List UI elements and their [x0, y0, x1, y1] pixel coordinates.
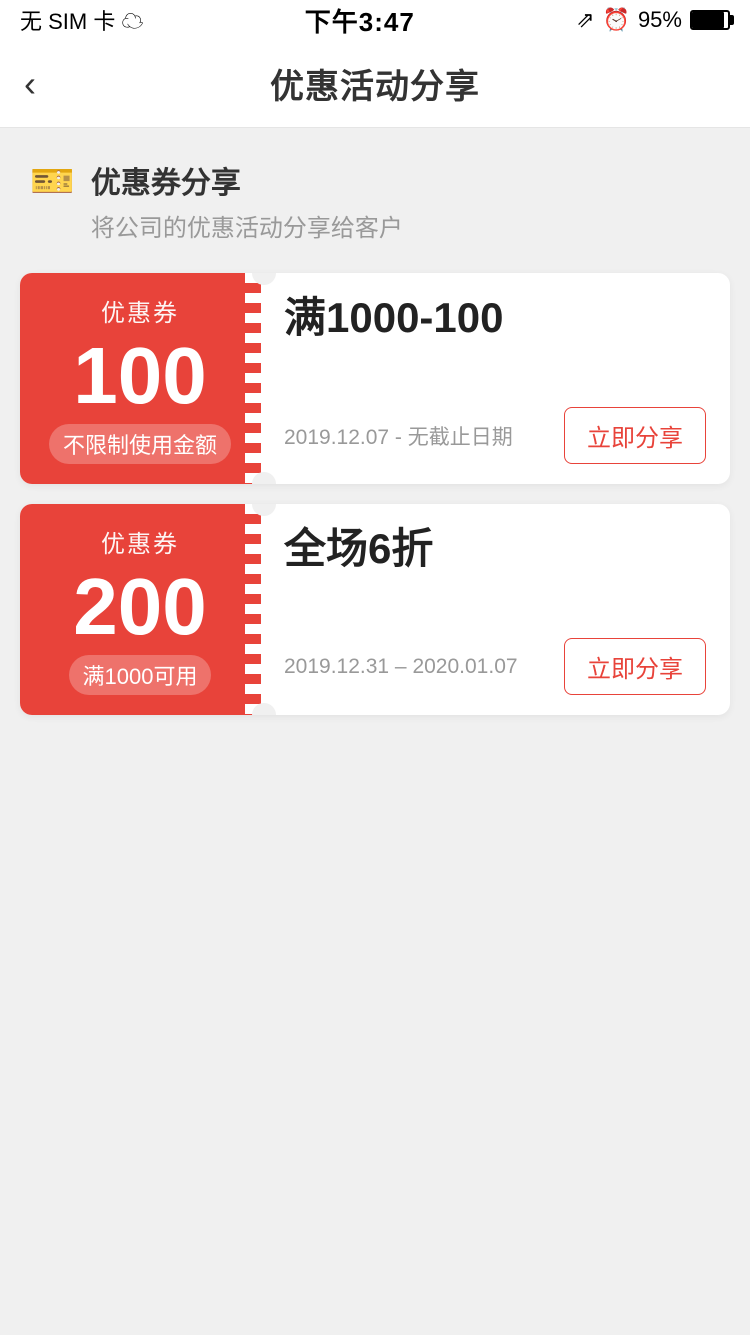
status-time: 下午3:47: [305, 2, 415, 39]
coupon-name-2: 全场6折: [284, 524, 706, 574]
coupon-meta-1: 2019.12.07 - 无截止日期 立即分享: [284, 407, 706, 464]
coupon-list: 优惠券 100 不限制使用金额 满1000-100 2019.12.07 - 无…: [0, 263, 750, 735]
page-title: 优惠活动分享: [270, 59, 480, 108]
coupon-date-2: 2019.12.31 – 2020.01.07: [284, 655, 554, 679]
location-icon: ⇗: [576, 7, 594, 33]
share-button-2[interactable]: 立即分享: [564, 638, 706, 695]
back-button[interactable]: ‹: [24, 66, 36, 102]
share-button-1[interactable]: 立即分享: [564, 407, 706, 464]
coupon-share-icon: 🎫: [30, 160, 75, 202]
coupon-amount-2: 200: [73, 567, 206, 647]
coupon-date-1: 2019.12.07 - 无截止日期: [284, 421, 554, 451]
coupon-right-1: 满1000-100 2019.12.07 - 无截止日期 立即分享: [260, 273, 730, 484]
alarm-icon: ⏰: [603, 7, 630, 33]
section-header: 🎫 优惠券分享 将公司的优惠活动分享给客户: [0, 128, 750, 263]
status-left: 无 SIM 卡 ☁: [20, 4, 143, 36]
coupon-condition-1: 不限制使用金额: [49, 424, 231, 464]
section-subtitle: 将公司的优惠活动分享给客户: [91, 208, 403, 243]
coupon-name-1: 满1000-100: [284, 293, 706, 343]
coupon-label-1: 优惠券: [101, 293, 179, 328]
section-text: 优惠券分享 将公司的优惠活动分享给客户: [91, 158, 403, 243]
coupon-card-2: 优惠券 200 满1000可用 全场6折 2019.12.31 – 2020.0…: [20, 504, 730, 715]
status-right: ⇗ ⏰ 95%: [576, 7, 730, 33]
status-bar: 无 SIM 卡 ☁ 下午3:47 ⇗ ⏰ 95%: [0, 0, 750, 40]
coupon-card-1: 优惠券 100 不限制使用金额 满1000-100 2019.12.07 - 无…: [20, 273, 730, 484]
coupon-label-2: 优惠券: [101, 524, 179, 559]
sim-label: 无 SIM 卡 ☁: [20, 4, 143, 36]
coupon-amount-1: 100: [73, 336, 206, 416]
coupon-condition-2: 满1000可用: [69, 655, 212, 695]
coupon-meta-2: 2019.12.31 – 2020.01.07 立即分享: [284, 638, 706, 695]
coupon-left-1: 优惠券 100 不限制使用金额: [20, 273, 260, 484]
battery-icon: [690, 10, 730, 30]
battery-percent: 95%: [638, 7, 682, 33]
coupon-left-2: 优惠券 200 满1000可用: [20, 504, 260, 715]
bottom-space: [0, 735, 750, 1335]
section-title: 优惠券分享: [91, 158, 403, 202]
coupon-right-2: 全场6折 2019.12.31 – 2020.01.07 立即分享: [260, 504, 730, 715]
nav-bar: ‹ 优惠活动分享: [0, 40, 750, 128]
